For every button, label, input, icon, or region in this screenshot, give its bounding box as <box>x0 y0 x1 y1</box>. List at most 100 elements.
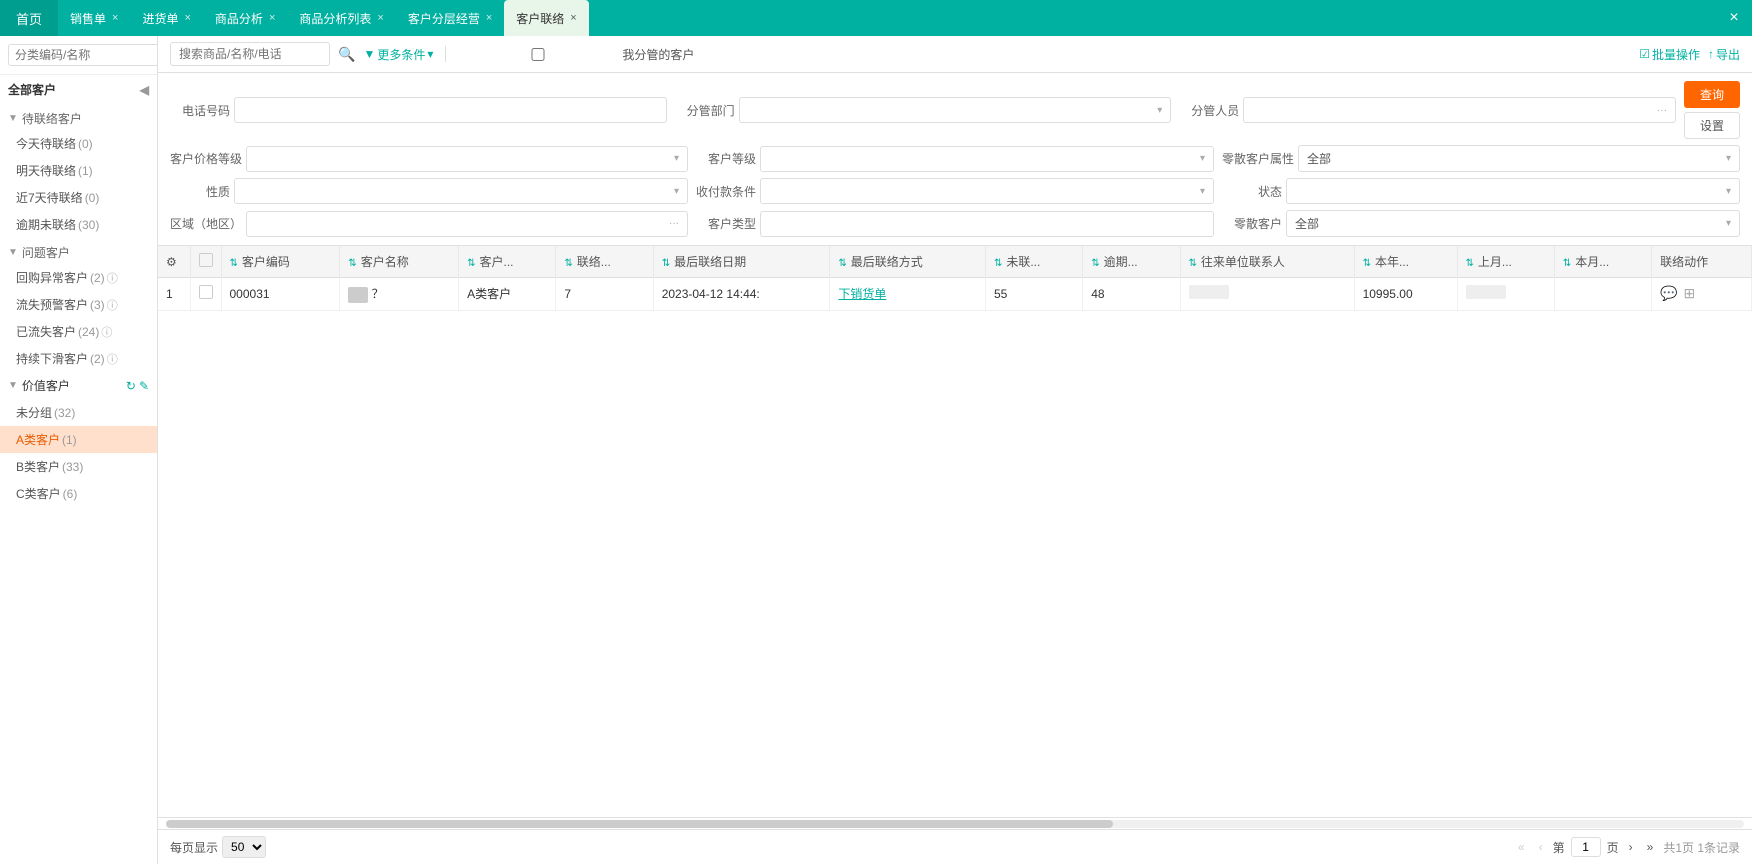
cell-last-method[interactable]: 下销货单 <box>830 278 986 311</box>
cell-name[interactable]: ？ <box>340 278 459 311</box>
filter-phone: 电话号码 <box>170 97 667 123</box>
sidebar-item-repurchase-abnormal[interactable]: 回购异常客户 (2) ⓘ <box>0 264 157 291</box>
nav-product-analysis[interactable]: 商品分析 × <box>203 0 287 36</box>
problem-customers-group[interactable]: ▼ 问题客户 <box>0 238 157 264</box>
horizontal-scrollbar[interactable] <box>158 817 1752 829</box>
sidebar-item-churned[interactable]: 已流失客户 (24) ⓘ <box>0 318 157 345</box>
close-customer-segment-icon[interactable]: × <box>486 12 492 24</box>
close-product-analysis-list-icon[interactable]: × <box>377 12 383 24</box>
cell-actions: 💬 ⊞ <box>1652 278 1752 311</box>
row-checkbox[interactable] <box>199 285 213 299</box>
dept-arrow-icon: ▾ <box>1157 105 1162 116</box>
sidebar-item-ungrouped[interactable]: 未分组 (32) <box>0 399 157 426</box>
action-buttons: 查询 设置 <box>1684 81 1740 139</box>
nav-sales-order[interactable]: 销售单 × <box>58 0 130 36</box>
last-method-link[interactable]: 下销货单 <box>838 287 886 301</box>
page-number-input[interactable] <box>1571 837 1601 857</box>
first-page-button[interactable]: « <box>1514 838 1529 856</box>
retail-attr-input[interactable]: 全部 ▾ <box>1298 145 1740 172</box>
settings-button[interactable]: 设置 <box>1684 112 1740 139</box>
close-purchase-order-icon[interactable]: × <box>184 12 190 24</box>
filter-person: 分管人员 ··· <box>1179 97 1676 123</box>
grid-icon[interactable]: ⊞ <box>1684 285 1696 302</box>
my-customers-checkbox-label[interactable]: 我分管的客户 <box>458 46 694 63</box>
last-month-placeholder <box>1466 285 1506 299</box>
page-total-label: 页 <box>1607 839 1619 856</box>
pending-contact-group[interactable]: ▼ 待联络客户 <box>0 104 157 130</box>
nav-customer-contact[interactable]: 客户联络 × <box>504 0 588 36</box>
prev-page-button[interactable]: ‹ <box>1535 838 1547 856</box>
phone-input[interactable] <box>234 97 667 123</box>
sidebar-item-class-c[interactable]: C类客户 (6) <box>0 480 157 507</box>
sidebar-item-class-a[interactable]: A类客户 (1) <box>0 426 157 453</box>
person-more-icon: ··· <box>1657 105 1667 116</box>
nav-customer-segment[interactable]: 客户分层经营 × <box>396 0 504 36</box>
info-icon-churn[interactable]: ⓘ <box>107 297 118 313</box>
value-customers-group[interactable]: ▼ 价值客户 ↻ ✎ <box>0 372 157 399</box>
edit-icon[interactable]: ✎ <box>139 379 149 393</box>
dept-input[interactable]: ▾ <box>739 97 1172 123</box>
col-checkbox[interactable] <box>190 246 221 278</box>
export-button[interactable]: ↑ 导出 <box>1708 46 1740 63</box>
bulk-ops-button[interactable]: ☑ 批量操作 <box>1639 46 1700 63</box>
person-input[interactable]: ··· <box>1243 97 1676 123</box>
col-settings[interactable]: ⚙ <box>158 246 190 278</box>
window-close-button[interactable]: × <box>1716 0 1752 36</box>
sidebar-search-input[interactable] <box>8 44 158 66</box>
scrollbar-track <box>166 820 1744 828</box>
nav-home[interactable]: 首页 <box>0 0 58 36</box>
all-customers-header[interactable]: 全部客户 ◀ <box>0 75 157 104</box>
status-input[interactable]: ▾ <box>1286 178 1740 204</box>
scrollbar-thumb[interactable] <box>166 820 1113 828</box>
sidebar-item-declining[interactable]: 持续下滑客户 (2) ⓘ <box>0 345 157 372</box>
nature-label: 性质 <box>170 183 230 200</box>
customer-avatar <box>348 287 368 303</box>
close-sales-order-icon[interactable]: × <box>112 12 118 24</box>
header-checkbox[interactable] <box>199 253 213 267</box>
sidebar-item-churn-warning[interactable]: 流失预警客户 (3) ⓘ <box>0 291 157 318</box>
info-icon-churned[interactable]: ⓘ <box>101 324 112 340</box>
sidebar-item-overdue-pending[interactable]: 逾期未联络 (30) <box>0 211 157 238</box>
refresh-icon[interactable]: ↻ <box>126 379 136 393</box>
payment-input[interactable]: ▾ <box>760 178 1214 204</box>
message-icon[interactable]: 💬 <box>1660 285 1677 302</box>
data-table-container: ⚙ ⇅客户编码 ⇅客户名称 ⇅客户... ⇅联络... ⇅最后联络日期 ⇅最后联… <box>158 246 1752 817</box>
collapse-sidebar-icon[interactable]: ◀ <box>140 83 149 97</box>
sidebar-item-tomorrow-pending[interactable]: 明天待联络 (1) <box>0 157 157 184</box>
my-customers-checkbox[interactable] <box>458 48 618 61</box>
info-icon-declining[interactable]: ⓘ <box>107 351 118 367</box>
nature-input[interactable]: ▾ <box>234 178 688 204</box>
filter-search-icon[interactable]: 🔍 <box>338 46 355 63</box>
sidebar-item-class-b[interactable]: B类客户 (33) <box>0 453 157 480</box>
price-level-input[interactable]: ▾ <box>246 146 688 172</box>
col-last-contact-method: ⇅最后联络方式 <box>830 246 986 278</box>
per-page-select[interactable]: 50 <box>222 836 266 858</box>
info-icon-repurchase[interactable]: ⓘ <box>107 270 118 286</box>
cell-checkbox[interactable] <box>190 278 221 311</box>
sidebar-item-7days-pending[interactable]: 近7天待联络 (0) <box>0 184 157 211</box>
next-page-button[interactable]: › <box>1625 838 1637 856</box>
query-button[interactable]: 查询 <box>1684 81 1740 108</box>
col-last-contact-date: ⇅最后联络日期 <box>653 246 830 278</box>
col-unlisted: ⇅未联... <box>985 246 1082 278</box>
filter-price-level: 客户价格等级 ▾ <box>170 146 688 172</box>
close-product-analysis-icon[interactable]: × <box>269 12 275 24</box>
customer-type-label: 客户类型 <box>696 215 756 232</box>
status-arrow-icon: ▾ <box>1726 186 1731 197</box>
more-conditions-button[interactable]: ▼ 更多条件 ▾ <box>363 46 433 63</box>
cell-contact-count: 7 <box>556 278 653 311</box>
customer-type-input[interactable] <box>760 211 1214 237</box>
col-customer-name: ⇅客户名称 <box>340 246 459 278</box>
retail-customer-input[interactable]: 全部 ▾ <box>1286 210 1740 237</box>
payment-label: 收付款条件 <box>696 183 756 200</box>
close-customer-contact-icon[interactable]: × <box>570 12 576 24</box>
area-input[interactable]: ··· <box>246 211 688 237</box>
nav-product-analysis-list[interactable]: 商品分析列表 × <box>287 0 395 36</box>
last-page-button[interactable]: » <box>1643 838 1658 856</box>
sidebar-item-today-pending[interactable]: 今天待联络 (0) <box>0 130 157 157</box>
nav-purchase-order[interactable]: 进货单 × <box>130 0 202 36</box>
content-area: 🔍 ▼ 更多条件 ▾ 我分管的客户 ☑ 批量操作 ↑ 导出 <box>158 36 1752 864</box>
triangle-icon-2: ▼ <box>8 247 18 258</box>
search-input[interactable] <box>170 42 330 66</box>
customer-level-input[interactable]: ▾ <box>760 146 1214 172</box>
